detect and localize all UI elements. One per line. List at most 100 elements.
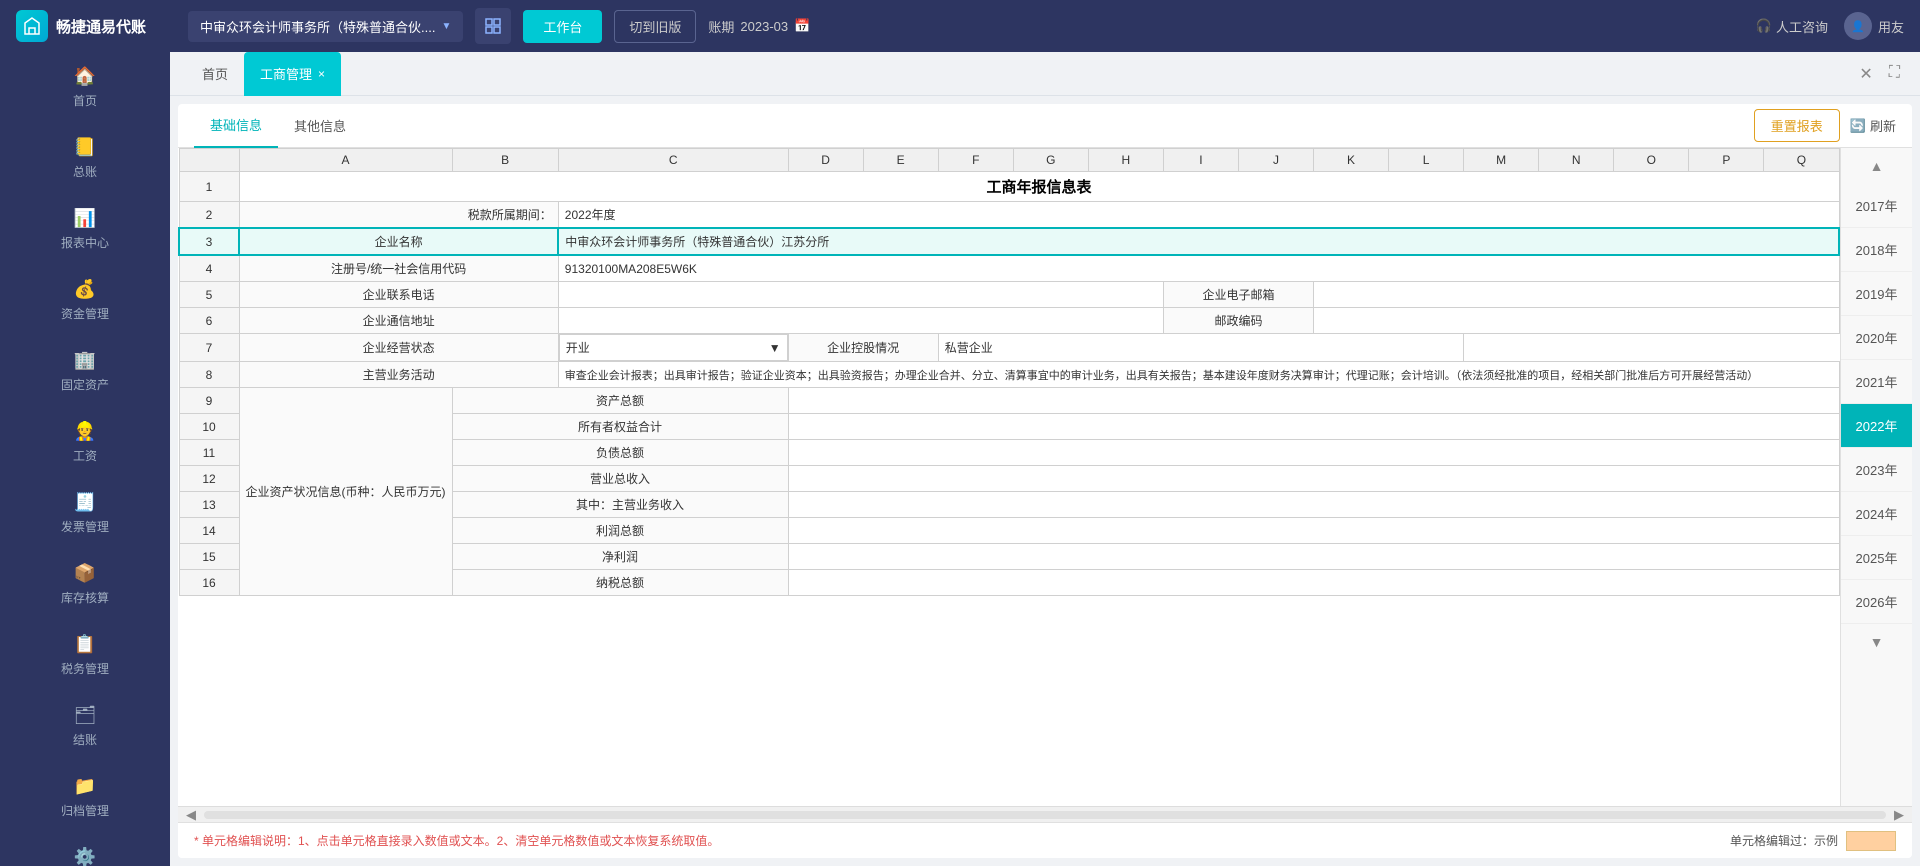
- year-2022[interactable]: 2022年: [1841, 404, 1912, 448]
- sidebar-label-report: 报表中心: [61, 234, 109, 251]
- year-2023[interactable]: 2023年: [1841, 448, 1912, 492]
- email-value[interactable]: [1314, 282, 1839, 308]
- year-2018[interactable]: 2018年: [1841, 228, 1912, 272]
- tab-gongshang[interactable]: 工商管理 ×: [244, 52, 341, 96]
- year-sidebar: ▲ 2017年 2018年 2019年 2020年 2021年 2022年 20…: [1840, 148, 1912, 806]
- main-revenue-label: 其中：主营业务收入: [452, 492, 788, 518]
- net-profit-value[interactable]: [788, 544, 1839, 570]
- year-2024[interactable]: 2024年: [1841, 492, 1912, 536]
- tab-expand-icon[interactable]: ⛶: [1885, 60, 1904, 88]
- holding-value[interactable]: 私营企业: [938, 334, 1463, 362]
- sidebar-item-finance[interactable]: 💰 资金管理: [0, 265, 170, 336]
- profit-value[interactable]: [788, 518, 1839, 544]
- sidebar-item-archive[interactable]: 📁 归档管理: [0, 762, 170, 833]
- main-biz-value[interactable]: 审查企业会计报表；出具审计报告；验证企业资本；出具验资报告；办理企业合并、分立、…: [558, 362, 1839, 388]
- year-2026[interactable]: 2026年: [1841, 580, 1912, 624]
- sidebar-item-close[interactable]: 🗂 结账: [0, 691, 170, 762]
- company-name-value[interactable]: 中审众环会计师事务所（特殊普通合伙）江苏分所: [558, 228, 1839, 255]
- calendar-icon[interactable]: 📅: [794, 18, 810, 34]
- spreadsheet-main[interactable]: A B C D E F G H I J K L: [178, 148, 1840, 806]
- phone-label: 企业联系电话: [239, 282, 558, 308]
- postcode-value[interactable]: [1314, 308, 1839, 334]
- col-header-G: G: [1013, 149, 1088, 172]
- tab-close-icon[interactable]: ×: [318, 67, 325, 81]
- liabilities-label: 负债总额: [452, 440, 788, 466]
- year-2019[interactable]: 2019年: [1841, 272, 1912, 316]
- total-assets-value[interactable]: [788, 388, 1839, 414]
- sidebar-item-settings[interactable]: ⚙️ 设置: [0, 833, 170, 866]
- settings-icon: ⚙️: [74, 847, 96, 866]
- tax-total-value[interactable]: [788, 570, 1839, 596]
- year-nav-up[interactable]: ▲: [1841, 148, 1912, 184]
- sidebar-label-tax: 税务管理: [61, 660, 109, 677]
- assets-icon: 🏢: [74, 350, 96, 371]
- row-num: 10: [179, 414, 239, 440]
- reset-report-button[interactable]: 重置报表: [1754, 109, 1840, 142]
- example-cell: [1846, 831, 1896, 851]
- workbench-button[interactable]: 工作台: [523, 10, 602, 43]
- main-revenue-value[interactable]: [788, 492, 1839, 518]
- sidebar-label-close: 结账: [73, 731, 97, 748]
- col-header-J: J: [1238, 149, 1313, 172]
- row-num: 2: [179, 202, 239, 229]
- company-icon-btn[interactable]: [475, 8, 511, 44]
- equity-value[interactable]: [788, 414, 1839, 440]
- bottom-right: 单元格编辑过：示例: [1730, 831, 1896, 851]
- revenue-label: 营业总收入: [452, 466, 788, 492]
- sheet-title[interactable]: 工商年报信息表: [239, 172, 1839, 202]
- year-2017[interactable]: 2017年: [1841, 184, 1912, 228]
- col-header-Q: Q: [1764, 149, 1839, 172]
- chevron-down-icon: ▼: [1870, 634, 1884, 650]
- sub-tabs-right: 重置报表 🔄 刷新: [1754, 109, 1896, 142]
- sidebar-item-inventory[interactable]: 📦 库存核算: [0, 549, 170, 620]
- user-label: 用友: [1878, 17, 1904, 36]
- col-header-H: H: [1088, 149, 1163, 172]
- cell-edited-label: 单元格编辑过：示例: [1730, 832, 1838, 849]
- company-selector[interactable]: 中审众环会计师事务所（特殊普通合伙.... ▼: [188, 11, 463, 42]
- liabilities-value[interactable]: [788, 440, 1839, 466]
- bottom-bar: * 单元格编辑说明：1、点击单元格直接录入数值或文本。2、清空单元格数值或文本恢…: [178, 822, 1912, 858]
- home-icon: 🏠: [74, 66, 96, 87]
- sidebar-item-payroll[interactable]: 👷 工资: [0, 407, 170, 478]
- address-value[interactable]: [558, 308, 1163, 334]
- sidebar-item-ledger[interactable]: 📒 总账: [0, 123, 170, 194]
- year-2025[interactable]: 2025年: [1841, 536, 1912, 580]
- headset-icon: 🎧: [1756, 18, 1772, 34]
- sidebar-item-invoice[interactable]: 🧾 发票管理: [0, 478, 170, 549]
- tab-gongshang-label: 工商管理: [260, 64, 312, 83]
- hscroll-track[interactable]: [204, 811, 1886, 819]
- sub-tabs: 基础信息 其他信息 重置报表 🔄 刷新: [178, 104, 1912, 148]
- biz-status-dropdown[interactable]: 开业▼: [559, 334, 788, 361]
- col-header-L: L: [1389, 149, 1464, 172]
- inner-content: 基础信息 其他信息 重置报表 🔄 刷新: [178, 104, 1912, 858]
- hscroll-right-arrow[interactable]: ▶: [1890, 807, 1908, 823]
- refresh-button[interactable]: 🔄 刷新: [1850, 116, 1896, 135]
- sidebar-item-tax[interactable]: 📋 税务管理: [0, 620, 170, 691]
- hscroll-left-arrow[interactable]: ◀: [182, 807, 200, 823]
- company-name: 中审众环会计师事务所（特殊普通合伙....: [200, 17, 435, 36]
- tab-home[interactable]: 首页: [186, 52, 244, 96]
- sub-tab-basic[interactable]: 基础信息: [194, 104, 278, 148]
- year-nav-down[interactable]: ▼: [1841, 624, 1912, 660]
- old-version-button[interactable]: 切到旧版: [614, 10, 696, 43]
- phone-value[interactable]: [558, 282, 1163, 308]
- revenue-value[interactable]: [788, 466, 1839, 492]
- user-area[interactable]: 👤 用友: [1844, 12, 1904, 40]
- table-row: 3 企业名称 中审众环会计师事务所（特殊普通合伙）江苏分所: [179, 228, 1839, 255]
- year-2020[interactable]: 2020年: [1841, 316, 1912, 360]
- period-label-cell: 税款所属期间：: [239, 202, 558, 229]
- sidebar-item-home[interactable]: 🏠 首页: [0, 52, 170, 123]
- consult-btn[interactable]: 🎧 人工咨询: [1756, 17, 1828, 36]
- sub-tab-other[interactable]: 其他信息: [278, 104, 362, 148]
- tab-close-btn[interactable]: ✕: [1855, 60, 1876, 88]
- period-area: 账期 2023-03 📅: [708, 17, 810, 36]
- tax-icon: 📋: [74, 634, 96, 655]
- period-value-cell[interactable]: 2022年度: [558, 202, 1839, 229]
- col-header-A: A: [239, 149, 452, 172]
- sidebar-item-report[interactable]: 📊 报表中心: [0, 194, 170, 265]
- horizontal-scrollbar[interactable]: ◀ ▶: [178, 806, 1912, 822]
- year-2021[interactable]: 2021年: [1841, 360, 1912, 404]
- reg-num-value[interactable]: 91320100MA208E5W6K: [558, 255, 1839, 282]
- postcode-label: 邮政编码: [1163, 308, 1313, 334]
- sidebar-item-assets[interactable]: 🏢 固定资产: [0, 336, 170, 407]
